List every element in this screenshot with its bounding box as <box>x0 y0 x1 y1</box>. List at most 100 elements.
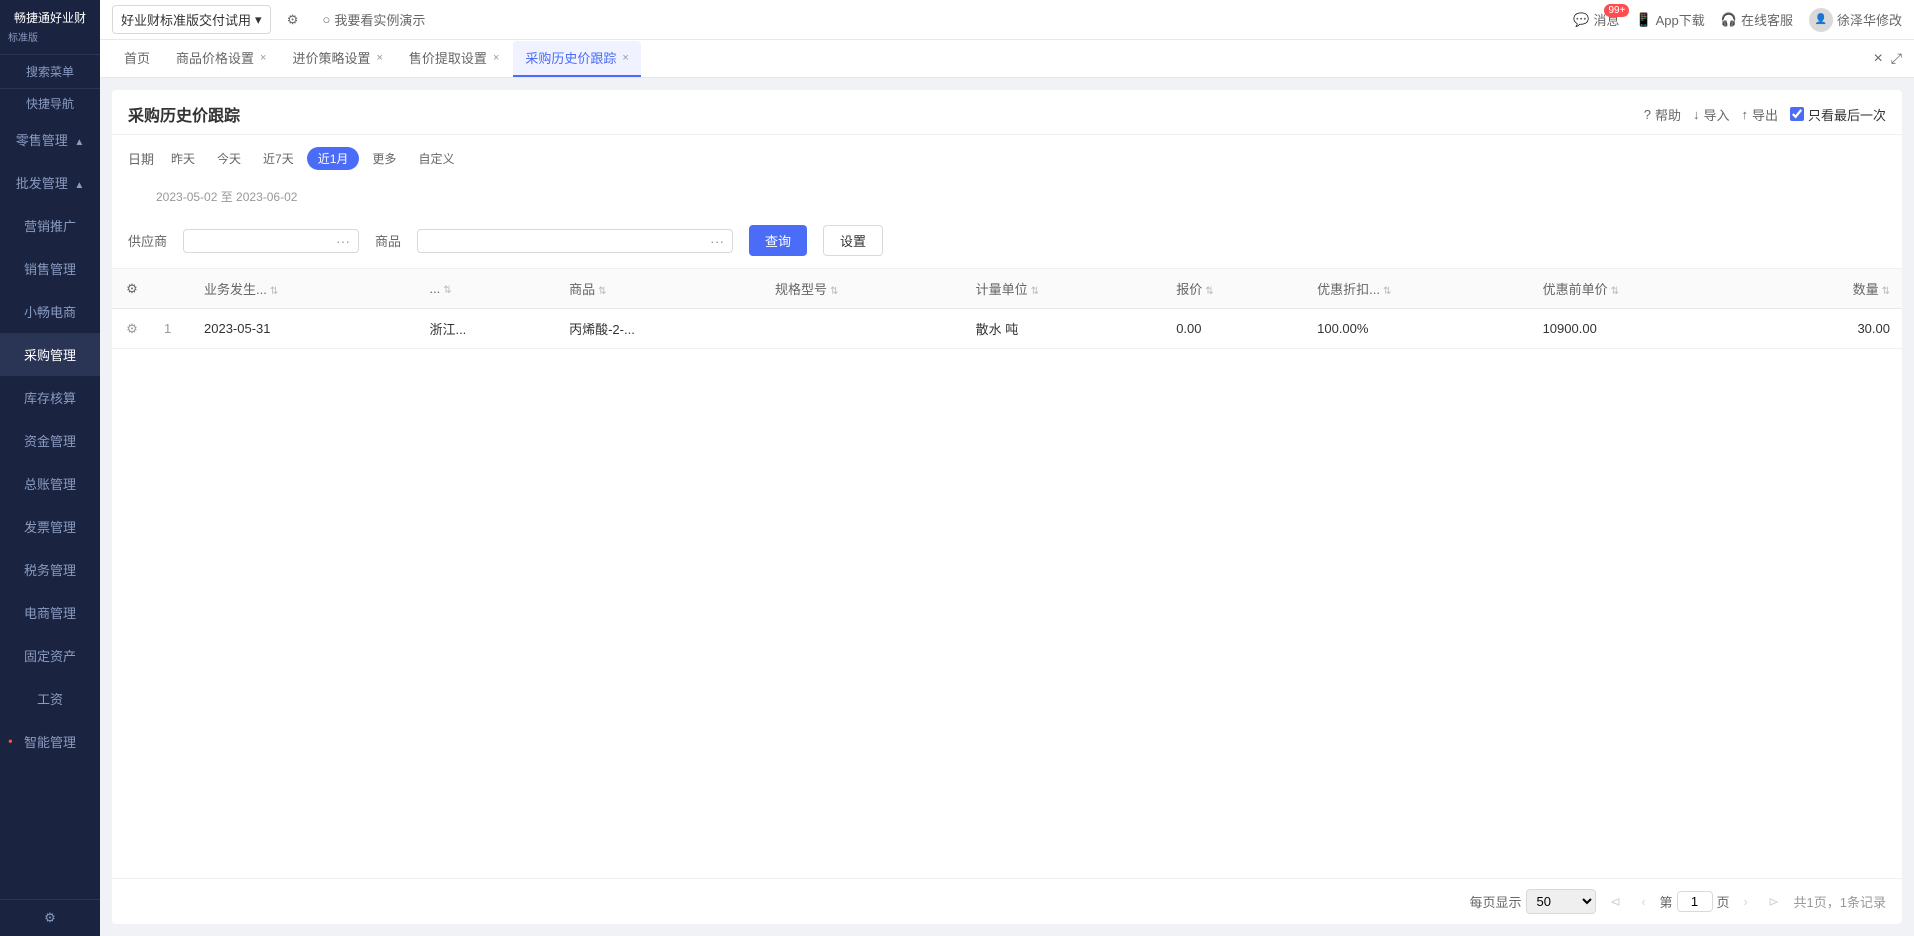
content-card: 采购历史价跟踪 ? 帮助 ↓ 导入 ↑ 导出 <box>112 90 1902 924</box>
service-label: 在线客服 <box>1741 10 1793 29</box>
tab-bar: 首页 商品价格设置 × 进价策略设置 × 售价提取设置 × 采购历史价跟踪 × … <box>100 40 1914 78</box>
col-unit[interactable]: 计量单位⇅ <box>964 269 1165 309</box>
product-dots-button[interactable]: ··· <box>710 233 724 249</box>
col-quantity[interactable]: 数量⇅ <box>1761 269 1902 309</box>
sidebar-item-finance[interactable]: 资金管理 <box>0 419 100 462</box>
supplier-input[interactable] <box>192 233 332 248</box>
tab-history-price[interactable]: 采购历史价跟踪 × <box>513 41 640 77</box>
page-number-input[interactable] <box>1677 891 1713 912</box>
tab-sale-extract-close[interactable]: × <box>493 52 499 64</box>
page-first-button[interactable]: ⊲ <box>1604 890 1628 914</box>
service-button[interactable]: 🎧 在线客服 <box>1721 10 1793 29</box>
per-page-select[interactable]: 10 20 50 100 <box>1526 889 1596 914</box>
filter-setting-button[interactable]: 设置 <box>823 225 883 256</box>
date-btn-last7[interactable]: 近7天 <box>254 147 303 170</box>
sidebar-item-ledger[interactable]: 总账管理 <box>0 462 100 505</box>
col-product[interactable]: 商品⇅ <box>557 269 763 309</box>
sidebar-item-wholesale[interactable]: 批发管理 ▲ <box>0 161 100 204</box>
app-download-button[interactable]: 📱 App下载 <box>1635 10 1704 29</box>
col-spec[interactable]: 规格型号⇅ <box>763 269 964 309</box>
tab-price[interactable]: 商品价格设置 × <box>164 41 278 77</box>
sidebar-item-xiaochang[interactable]: 小畅电商 <box>0 290 100 333</box>
settings-icon: ⚙ <box>44 910 56 925</box>
gear-header-icon[interactable]: ⚙ <box>126 281 138 296</box>
sidebar-item-sales[interactable]: 销售管理 <box>0 247 100 290</box>
page-next-button[interactable]: › <box>1734 890 1758 914</box>
tab-sale-extract[interactable]: 售价提取设置 × <box>397 41 511 77</box>
product-input[interactable] <box>426 233 706 248</box>
tab-purchase-strategy[interactable]: 进价策略设置 × <box>280 41 394 77</box>
sidebar-item-invoice[interactable]: 发票管理 <box>0 505 100 548</box>
table-body: ⚙ 1 2023-05-31 浙江... 丙烯酸-2-... 散水 吨 0.00… <box>112 309 1902 349</box>
quick-nav[interactable]: 快捷导航 <box>0 89 100 118</box>
sidebar-item-ecom[interactable]: 电商管理 <box>0 591 100 634</box>
row-quote-cell: 0.00 <box>1164 309 1305 349</box>
search-menu[interactable]: 搜索菜单 <box>0 55 100 89</box>
sidebar-item-payroll[interactable]: 工资 <box>0 677 100 720</box>
sidebar-item-tax[interactable]: 税务管理 <box>0 548 100 591</box>
date-label: 日期 <box>128 149 154 168</box>
help-label: 帮助 <box>1655 105 1681 124</box>
import-icon: ↓ <box>1693 107 1700 122</box>
row-gear-cell: ⚙ <box>112 309 152 349</box>
sidebar-item-marketing[interactable]: 营销推广 <box>0 204 100 247</box>
export-button[interactable]: ↑ 导出 <box>1741 105 1778 124</box>
demo-link[interactable]: ○ 我要看实例演示 <box>323 10 426 29</box>
col-quote[interactable]: 报价⇅ <box>1164 269 1305 309</box>
sidebar-settings[interactable]: ⚙ <box>0 899 100 936</box>
date-filter: 日期 昨天 今天 近7天 近1月 更多 自定义 <box>128 147 463 170</box>
page-prev-button[interactable]: ‹ <box>1632 890 1656 914</box>
col-gear: ⚙ <box>112 269 152 309</box>
date-btn-yesterday[interactable]: 昨天 <box>162 147 204 170</box>
sidebar-item-purchase[interactable]: 采购管理 <box>0 333 100 376</box>
tab-purchase-strategy-close[interactable]: × <box>376 52 382 64</box>
supplier-dots-button[interactable]: ··· <box>336 233 350 249</box>
page-last-button[interactable]: ⊳ <box>1762 890 1786 914</box>
only-last-checkbox[interactable] <box>1790 107 1804 121</box>
page-actions: ? 帮助 ↓ 导入 ↑ 导出 只看最后一次 <box>1644 105 1886 124</box>
date-btn-more[interactable]: 更多 <box>363 147 405 170</box>
col-extra[interactable]: ...⇅ <box>417 269 557 309</box>
user-avatar: 👤 <box>1809 8 1833 32</box>
row-spec-cell <box>763 309 964 349</box>
sidebar-item-assets[interactable]: 固定资产 <box>0 634 100 677</box>
tab-price-close[interactable]: × <box>260 52 266 64</box>
user-button[interactable]: 👤 徐泽华修改 <box>1809 8 1902 32</box>
date-btn-last1m[interactable]: 近1月 <box>307 147 360 170</box>
sidebar-item-retail[interactable]: 零售管理 ▲ <box>0 118 100 161</box>
tab-home[interactable]: 首页 <box>112 41 162 77</box>
help-icon: ? <box>1644 107 1651 122</box>
date-btn-custom[interactable]: 自定义 <box>409 147 463 170</box>
date-btn-today[interactable]: 今天 <box>208 147 250 170</box>
row-gear-icon[interactable]: ⚙ <box>126 321 138 336</box>
topbar-settings-button[interactable]: ⚙ <box>279 6 307 34</box>
data-table: ⚙ 业务发生...⇅ ...⇅ 商品⇅ 规格型号⇅ 计量单位⇅ 报价⇅ 优惠折扣… <box>112 269 1902 349</box>
import-button[interactable]: ↓ 导入 <box>1693 105 1730 124</box>
query-button[interactable]: 查询 <box>749 225 807 256</box>
col-date[interactable]: 业务发生...⇅ <box>192 269 417 309</box>
sidebar-item-inventory[interactable]: 库存核算 <box>0 376 100 419</box>
sidebar-item-smart[interactable]: 智能管理 <box>0 720 100 763</box>
date-range-row: 2023-05-02 至 2023-06-02 <box>128 186 1886 205</box>
tab-purchase-strategy-label: 进价策略设置 <box>292 48 370 67</box>
page-nav: ⊲ ‹ 第 页 › ⊳ <box>1604 890 1786 914</box>
page-total: 共1页，1条记录 <box>1794 892 1886 911</box>
col-discount[interactable]: 优惠折扣...⇅ <box>1305 269 1530 309</box>
filter-second-row: 供应商 ··· 商品 ··· 查询 设置 <box>128 221 1886 256</box>
message-button[interactable]: 💬 消息 99+ <box>1573 10 1619 29</box>
date-buttons: 昨天 今天 近7天 近1月 更多 自定义 <box>162 147 463 170</box>
product-selector[interactable]: 好业财标准版交付试用 ▾ <box>112 5 271 34</box>
supplier-label: 供应商 <box>128 231 167 250</box>
tab-close-all-icon[interactable]: × <box>1873 50 1882 68</box>
help-button[interactable]: ? 帮助 <box>1644 105 1681 124</box>
product-input-wrap: ··· <box>417 229 733 253</box>
filter-area: 日期 昨天 今天 近7天 近1月 更多 自定义 2023-05-02 至 202… <box>112 135 1902 269</box>
content-area: 采购历史价跟踪 ? 帮助 ↓ 导入 ↑ 导出 <box>100 78 1914 936</box>
row-date-cell: 2023-05-31 <box>192 309 417 349</box>
tab-history-price-close[interactable]: × <box>622 52 628 64</box>
data-table-wrap: ⚙ 业务发生...⇅ ...⇅ 商品⇅ 规格型号⇅ 计量单位⇅ 报价⇅ 优惠折扣… <box>112 269 1902 878</box>
date-range-display: 2023-05-02 至 2023-06-02 <box>156 188 297 205</box>
col-prediscount[interactable]: 优惠前单价⇅ <box>1531 269 1761 309</box>
tab-expand-icon[interactable]: ⤢ <box>1891 50 1902 67</box>
message-badge: 99+ <box>1604 4 1629 17</box>
